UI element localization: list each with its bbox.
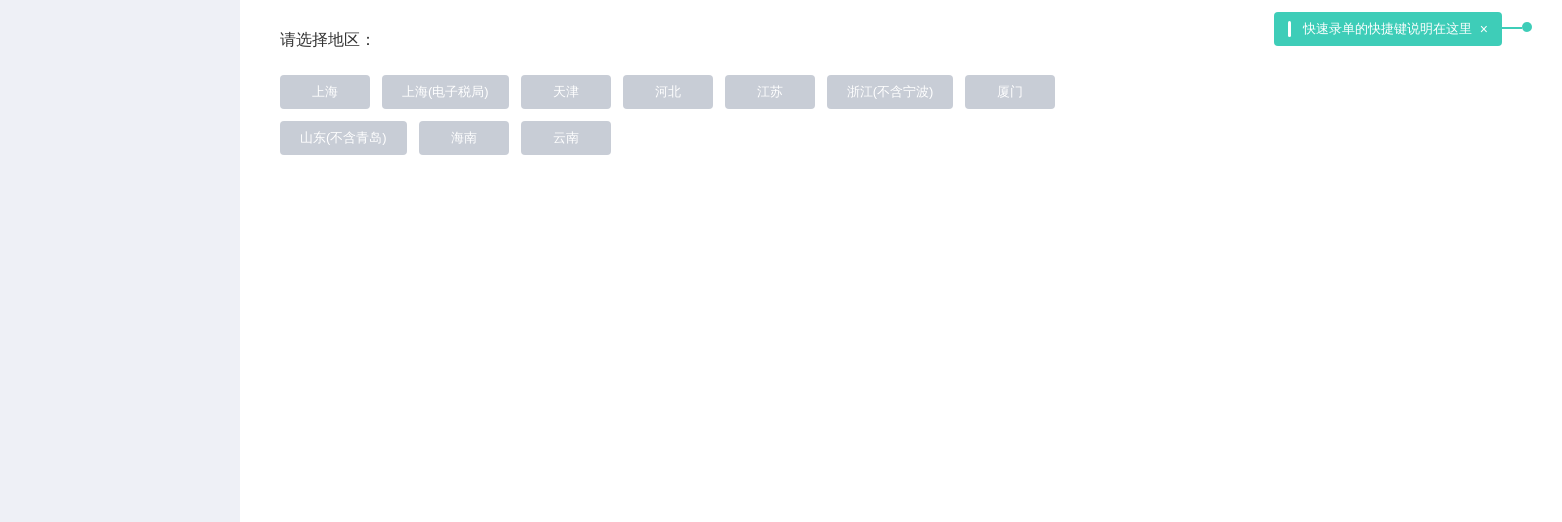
tooltip-text: 快速录单的快捷键说明在这里 bbox=[1303, 20, 1472, 38]
tooltip-dot bbox=[1522, 22, 1532, 32]
tooltip-connector bbox=[1500, 27, 1522, 29]
region-btn-xiamen[interactable]: 厦门 bbox=[965, 75, 1055, 109]
region-btn-shandong[interactable]: 山东(不含青岛) bbox=[280, 121, 407, 155]
region-btn-shanghai[interactable]: 上海 bbox=[280, 75, 370, 109]
region-row-1: 上海 上海(电子税局) 天津 河北 江苏 浙江(不含宁波) 厦门 bbox=[280, 75, 1522, 109]
region-btn-hainan[interactable]: 海南 bbox=[419, 121, 509, 155]
region-btn-hebei[interactable]: 河北 bbox=[623, 75, 713, 109]
region-btn-jiangsu[interactable]: 江苏 bbox=[725, 75, 815, 109]
region-btn-shanghai-etax[interactable]: 上海(电子税局) bbox=[382, 75, 509, 109]
main-content: 请选择地区： 上海 上海(电子税局) 天津 河北 江苏 浙江(不含宁波) 厦门 … bbox=[240, 0, 1562, 522]
sidebar bbox=[0, 0, 240, 522]
region-btn-tianjin[interactable]: 天津 bbox=[521, 75, 611, 109]
region-btn-yunnan[interactable]: 云南 bbox=[521, 121, 611, 155]
tooltip-close-button[interactable]: × bbox=[1480, 22, 1488, 36]
region-row-2: 山东(不含青岛) 海南 云南 bbox=[280, 121, 1522, 155]
region-btn-zhejiang[interactable]: 浙江(不含宁波) bbox=[827, 75, 954, 109]
tooltip-banner: 快速录单的快捷键说明在这里 × bbox=[1274, 12, 1502, 46]
